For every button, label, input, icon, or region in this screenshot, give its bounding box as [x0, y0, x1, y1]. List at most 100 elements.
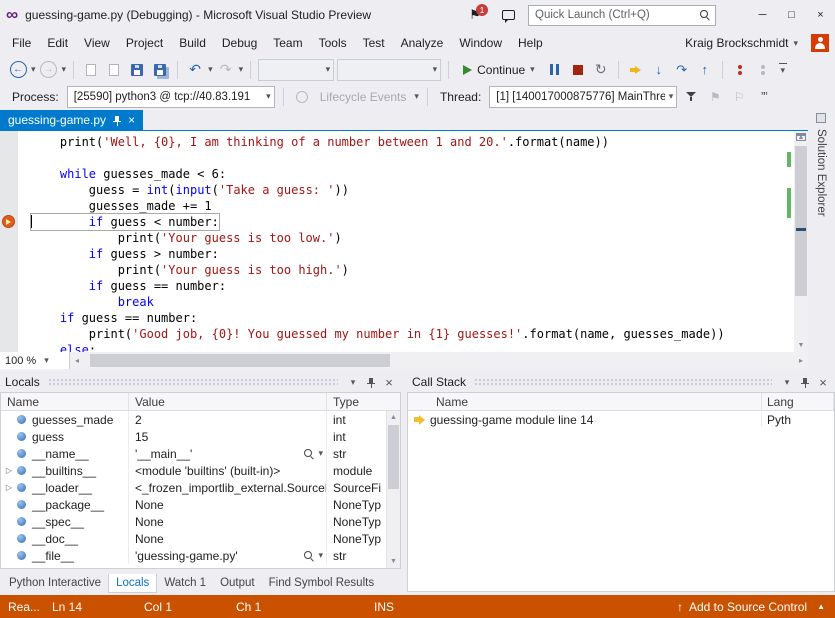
code-line-6[interactable]: if guess < number:: [0, 214, 794, 230]
save-all-button[interactable]: [150, 59, 170, 81]
account-avatar[interactable]: [811, 34, 829, 52]
locals-grid-header[interactable]: Name Value Type: [1, 393, 400, 411]
column-header-language[interactable]: Lang: [761, 393, 834, 410]
continue-button[interactable]: Continue: [456, 59, 542, 81]
code-line-1[interactable]: print('Well, {0}, I am thinking of a num…: [0, 134, 794, 150]
pin-icon[interactable]: [800, 377, 810, 388]
code-line-3[interactable]: while guesses_made < 6:: [0, 166, 794, 182]
step-out-button[interactable]: [695, 59, 715, 81]
menu-analyze[interactable]: Analyze: [393, 30, 452, 56]
toggle-breakpoints-button[interactable]: [753, 59, 773, 81]
panel-tab-locals[interactable]: Locals: [108, 574, 157, 593]
close-icon[interactable]: [382, 375, 396, 390]
maximize-button[interactable]: □: [777, 0, 806, 30]
scroll-up-icon[interactable]: [387, 411, 400, 424]
locals-row[interactable]: __name__'__main__'str: [1, 445, 400, 462]
locals-scrollbar[interactable]: [386, 411, 400, 568]
code-line-5[interactable]: guesses_made += 1: [0, 198, 794, 214]
code-line-10[interactable]: if guess == number:: [0, 278, 794, 294]
horizontal-scroll-thumb[interactable]: [90, 354, 390, 367]
locals-row[interactable]: __loader__<_frozen_importlib_external.So…: [1, 479, 400, 496]
call-stack-panel-header[interactable]: Call Stack: [407, 372, 835, 392]
break-all-button[interactable]: [545, 59, 565, 81]
code-line-4[interactable]: guess = int(input('Take a guess: ')): [0, 182, 794, 198]
navigate-forward-dropdown-icon[interactable]: [62, 64, 67, 75]
menu-debug[interactable]: Debug: [214, 30, 265, 56]
scroll-right-icon[interactable]: [794, 352, 808, 369]
panel-tab-watch-1[interactable]: Watch 1: [157, 574, 213, 592]
code-line-14[interactable]: else:: [0, 342, 794, 352]
pin-icon[interactable]: [366, 377, 376, 388]
call-stack-frame[interactable]: guessing-game module line 14Pyth: [408, 411, 834, 428]
locals-row[interactable]: __file__'guessing-game.py'str: [1, 547, 400, 564]
menu-edit[interactable]: Edit: [39, 30, 76, 56]
navigate-back-dropdown-icon[interactable]: [31, 64, 36, 75]
locals-row[interactable]: guesses_made2int: [1, 411, 400, 428]
column-header-type[interactable]: Type: [327, 393, 387, 410]
solution-configurations-combobox[interactable]: [258, 59, 334, 81]
panel-tab-python-interactive[interactable]: Python Interactive: [2, 574, 108, 592]
save-button[interactable]: [127, 59, 147, 81]
zoom-control[interactable]: 100 %: [0, 352, 70, 369]
code-line-7[interactable]: print('Your guess is too low.'): [0, 230, 794, 246]
code-line-9[interactable]: print('Your guess is too high.'): [0, 262, 794, 278]
navigate-forward-button[interactable]: →: [39, 59, 59, 81]
menu-team[interactable]: Team: [265, 30, 310, 56]
quick-launch-input[interactable]: [535, 9, 699, 21]
vertical-scroll-thumb[interactable]: [795, 146, 807, 296]
magnifier-dropdown-icon[interactable]: [318, 550, 323, 561]
editor-vertical-scrollbar[interactable]: [794, 131, 808, 352]
menu-view[interactable]: View: [76, 30, 118, 56]
undo-dropdown-icon[interactable]: [208, 64, 213, 75]
tab-close-icon[interactable]: ×: [128, 114, 135, 126]
menu-file[interactable]: File: [4, 30, 39, 56]
column-header-value[interactable]: Value: [129, 393, 327, 410]
locals-row[interactable]: __spec__NoneNoneTyp: [1, 513, 400, 530]
filter-threads-button[interactable]: [681, 86, 701, 108]
notifications-button[interactable]: 1: [464, 4, 486, 26]
code-line-11[interactable]: break: [0, 294, 794, 310]
navigate-back-button[interactable]: ←: [8, 59, 28, 81]
magnifier-icon[interactable]: [303, 550, 315, 562]
redo-dropdown-icon[interactable]: [239, 64, 244, 75]
scroll-down-icon[interactable]: [794, 339, 808, 352]
code-line-12[interactable]: if guess == number:: [0, 310, 794, 326]
panel-tab-output[interactable]: Output: [213, 574, 262, 592]
scroll-left-icon[interactable]: [70, 352, 84, 369]
step-into-button[interactable]: [649, 59, 669, 81]
lifecycle-events-button[interactable]: [292, 86, 312, 108]
breakpoints-window-button[interactable]: [730, 59, 750, 81]
step-over-button[interactable]: [672, 59, 692, 81]
locals-row[interactable]: __package__NoneNoneTyp: [1, 496, 400, 513]
menu-project[interactable]: Project: [118, 30, 171, 56]
column-header-name[interactable]: Name: [430, 393, 761, 410]
solution-platforms-combobox[interactable]: [337, 59, 441, 81]
current-statement-breakpoint-icon[interactable]: [2, 215, 15, 228]
close-icon[interactable]: [816, 375, 830, 390]
close-button[interactable]: ×: [806, 0, 835, 30]
pin-icon[interactable]: [112, 115, 122, 126]
flag-thread-button[interactable]: [705, 86, 725, 108]
restart-button[interactable]: [591, 59, 611, 81]
locals-row[interactable]: __doc__NoneNoneTyp: [1, 530, 400, 547]
undo-button[interactable]: [185, 59, 205, 81]
menu-tools[interactable]: Tools: [311, 30, 355, 56]
tab-guessing-game-py[interactable]: guessing-game.py ×: [0, 110, 143, 130]
menu-test[interactable]: Test: [355, 30, 393, 56]
expand-icon[interactable]: [1, 483, 17, 492]
code-line-8[interactable]: if guess > number:: [0, 246, 794, 262]
window-position-icon[interactable]: [346, 377, 360, 388]
editor-horizontal-scrollbar[interactable]: [70, 352, 808, 369]
show-next-statement-button[interactable]: [626, 59, 646, 81]
call-stack-grid-header[interactable]: Name Lang: [408, 393, 834, 411]
redo-button[interactable]: [216, 59, 236, 81]
code-line-13[interactable]: print('Good job, {0}! You guessed my num…: [0, 326, 794, 342]
locals-row[interactable]: guess15int: [1, 428, 400, 445]
show-suspended-threads-button[interactable]: [753, 86, 773, 108]
menu-window[interactable]: Window: [451, 30, 510, 56]
new-file-button[interactable]: [81, 59, 101, 81]
split-editor-button[interactable]: [796, 133, 806, 141]
add-to-source-control-button[interactable]: ↑ Add to Source Control: [667, 595, 817, 618]
solution-explorer-tab[interactable]: Solution Explorer: [810, 113, 832, 263]
quick-launch-box[interactable]: [528, 5, 716, 26]
